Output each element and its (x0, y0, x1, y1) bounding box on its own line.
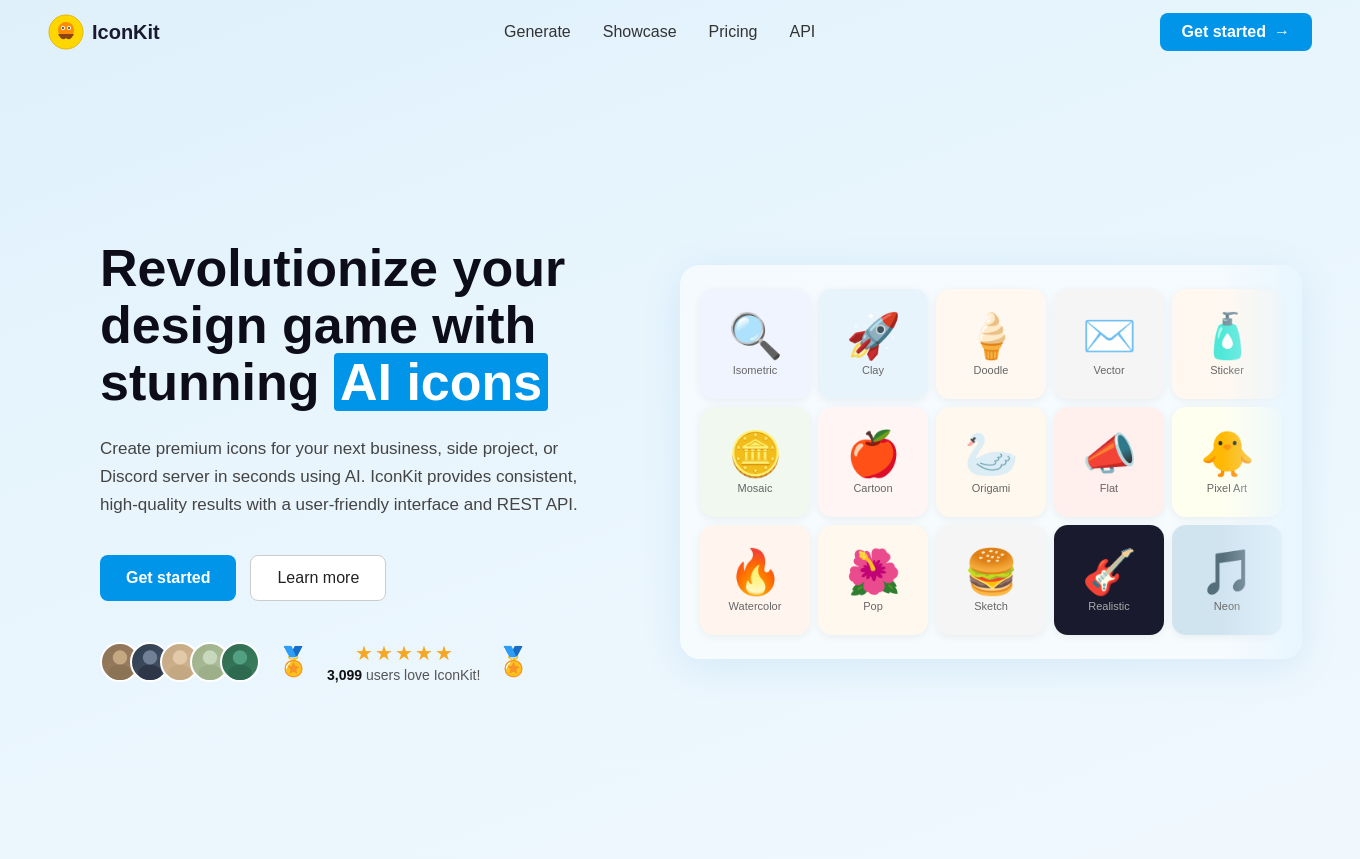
icon-img-sticker: 🧴 (1200, 314, 1255, 358)
svg-point-12 (203, 651, 217, 665)
icon-cell-vector: ✉️ Vector (1054, 289, 1164, 399)
icon-label-cartoon: Cartoon (853, 482, 892, 494)
svg-point-9 (138, 665, 161, 680)
svg-point-4 (62, 27, 64, 29)
icon-cell-pixelart: 🐥 Pixel Art (1172, 407, 1282, 517)
icon-label-sketch: Sketch (974, 600, 1008, 612)
icon-img-isometric: 🔍 (728, 314, 783, 358)
hero-get-started-button[interactable]: Get started (100, 555, 236, 601)
icon-cell-origami: 🦢 Origami (936, 407, 1046, 517)
nav-generate[interactable]: Generate (504, 23, 571, 40)
navbar: IconKit Generate Showcase Pricing API Ge… (0, 0, 1360, 64)
icon-cell-realistic: 🎸 Realistic (1054, 525, 1164, 635)
icon-label-realistic: Realistic (1088, 600, 1130, 612)
avatar-group (100, 642, 260, 682)
rating-text: 3,099 users love IconKit! (327, 667, 480, 683)
nav-links: Generate Showcase Pricing API (504, 23, 815, 41)
icon-label-mosaic: Mosaic (738, 482, 773, 494)
icon-cell-flat: 📣 Flat (1054, 407, 1164, 517)
hero-title-line2: design game with (100, 296, 536, 354)
social-proof: 🏅 ★ ★ ★ ★ ★ 3,099 users love IconKit! 🏅 (100, 641, 620, 683)
icon-img-doodle: 🍦 (964, 314, 1019, 358)
icon-img-watercolor: 🔥 (728, 550, 783, 594)
icon-img-realistic: 🎸 (1082, 550, 1137, 594)
svg-point-7 (108, 665, 131, 680)
icon-label-sticker: Sticker (1210, 364, 1244, 376)
logo-icon (48, 14, 84, 50)
rating-count: 3,099 (327, 667, 362, 683)
star-4: ★ (415, 641, 433, 665)
svg-point-15 (228, 665, 251, 680)
hero-description: Create premium icons for your next busin… (100, 435, 580, 519)
logo-link[interactable]: IconKit (48, 14, 160, 50)
icon-img-cartoon: 🍎 (846, 432, 901, 476)
icon-label-origami: Origami (972, 482, 1011, 494)
arrow-icon: → (1274, 23, 1290, 41)
icon-img-origami: 🦢 (964, 432, 1019, 476)
icon-img-neon: 🎵 (1200, 550, 1255, 594)
icon-img-pop: 🌺 (846, 550, 901, 594)
icon-label-pop: Pop (863, 600, 883, 612)
icon-label-pixelart: Pixel Art (1207, 482, 1247, 494)
hero-learn-more-button[interactable]: Learn more (250, 555, 386, 601)
svg-point-14 (233, 651, 247, 665)
icon-img-sketch: 🍔 (964, 550, 1019, 594)
icon-cell-doodle: 🍦 Doodle (936, 289, 1046, 399)
svg-point-8 (143, 651, 157, 665)
star-3: ★ (395, 641, 413, 665)
star-5: ★ (435, 641, 453, 665)
hero-left: Revolutionize your design game with stun… (100, 240, 620, 684)
star-1: ★ (355, 641, 373, 665)
icon-img-flat: 📣 (1082, 432, 1137, 476)
nav-get-started-button[interactable]: Get started → (1160, 13, 1312, 51)
icon-label-isometric: Isometric (733, 364, 778, 376)
icon-cell-mosaic: 🪙 Mosaic (700, 407, 810, 517)
icon-cell-cartoon: 🍎 Cartoon (818, 407, 928, 517)
icon-cell-isometric: 🔍 Isometric (700, 289, 810, 399)
icon-label-neon: Neon (1214, 600, 1240, 612)
hero-title: Revolutionize your design game with stun… (100, 240, 620, 412)
nav-showcase[interactable]: Showcase (603, 23, 677, 40)
icon-cell-clay: 🚀 Clay (818, 289, 928, 399)
svg-point-13 (198, 665, 221, 680)
icon-showcase: 🔍 Isometric 🚀 Clay 🍦 Doodle ✉️ Vector 🧴 … (680, 265, 1302, 659)
icon-label-doodle: Doodle (974, 364, 1009, 376)
svg-point-5 (68, 27, 70, 29)
icon-img-vector: ✉️ (1082, 314, 1137, 358)
icon-cell-sketch: 🍔 Sketch (936, 525, 1046, 635)
icon-label-flat: Flat (1100, 482, 1118, 494)
svg-point-11 (168, 665, 191, 680)
hero-section: Revolutionize your design game with stun… (0, 64, 1360, 859)
icon-cell-sticker: 🧴 Sticker (1172, 289, 1282, 399)
star-2: ★ (375, 641, 393, 665)
nav-api[interactable]: API (789, 23, 815, 40)
icon-label-watercolor: Watercolor (729, 600, 782, 612)
icon-img-mosaic: 🪙 (728, 432, 783, 476)
hero-right: 🔍 Isometric 🚀 Clay 🍦 Doodle ✉️ Vector 🧴 … (680, 265, 1302, 659)
icon-img-pixelart: 🐥 (1200, 432, 1255, 476)
rating-label: users love IconKit! (366, 667, 480, 683)
laurel-right: 🏅 (496, 648, 531, 676)
icon-cell-watercolor: 🔥 Watercolor (700, 525, 810, 635)
icon-img-clay: 🚀 (846, 314, 901, 358)
hero-title-highlight: AI icons (334, 353, 548, 411)
svg-point-6 (113, 651, 127, 665)
laurel-left: 🏅 (276, 648, 311, 676)
icon-cell-neon: 🎵 Neon (1172, 525, 1282, 635)
hero-title-line3-plain: stunning (100, 353, 334, 411)
logo-text: IconKit (92, 21, 160, 44)
hero-title-line1: Revolutionize your (100, 239, 565, 297)
nav-pricing[interactable]: Pricing (709, 23, 758, 40)
rating-block: ★ ★ ★ ★ ★ 3,099 users love IconKit! (327, 641, 480, 683)
icon-cell-pop: 🌺 Pop (818, 525, 928, 635)
svg-point-10 (173, 651, 187, 665)
icon-label-clay: Clay (862, 364, 884, 376)
avatar (220, 642, 260, 682)
icon-label-vector: Vector (1093, 364, 1124, 376)
stars: ★ ★ ★ ★ ★ (355, 641, 453, 665)
hero-buttons: Get started Learn more (100, 555, 620, 601)
